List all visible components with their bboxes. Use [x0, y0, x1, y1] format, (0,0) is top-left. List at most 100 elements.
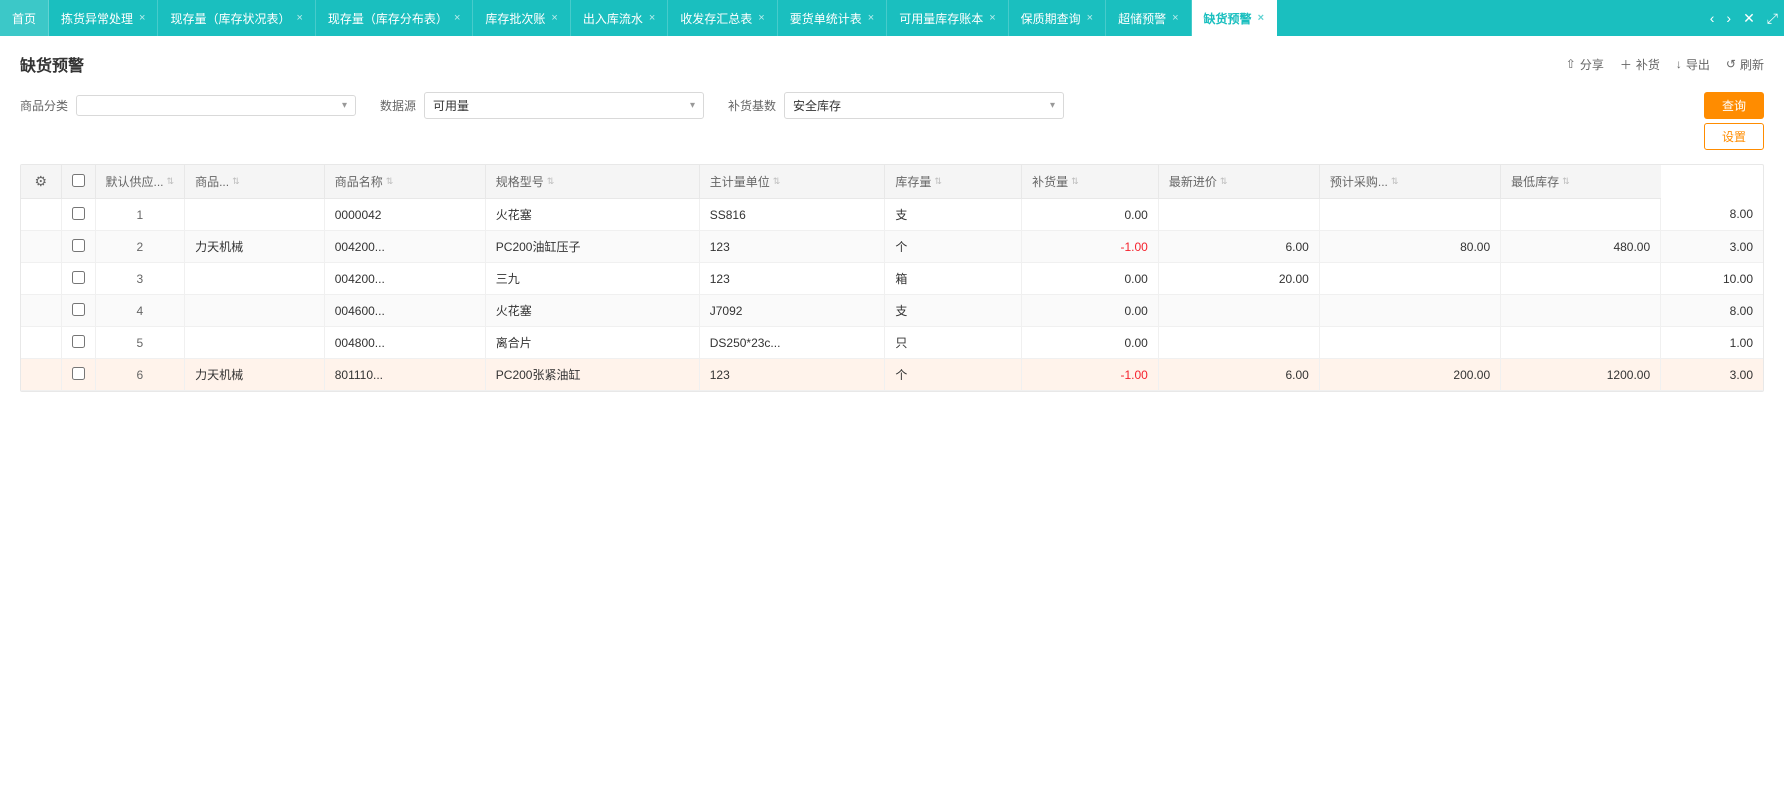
filter-category-select[interactable]: ▾ — [76, 95, 356, 116]
settings-button[interactable]: 设置 — [1704, 123, 1764, 150]
row-num-5: 6 — [95, 359, 185, 391]
th-stock[interactable]: 库存量 ⇅ — [885, 165, 1022, 199]
row-estimated-purchase-2 — [1501, 263, 1661, 295]
tab-close-order-stats[interactable]: × — [868, 12, 874, 24]
row-product-code-5: 801110... — [324, 359, 485, 391]
tab-close-recv-summary[interactable]: × — [758, 12, 764, 24]
th-unit[interactable]: 主计量单位 ⇅ — [699, 165, 885, 199]
row-replenish-3 — [1158, 295, 1319, 327]
row-replenish-5: 6.00 — [1158, 359, 1319, 391]
tab-bar: 首页 拣货异常处理 × 现存量（库存状况表） × 现存量（库存分布表） × 库存… — [0, 0, 1784, 36]
chevron-down-icon-2: ▾ — [690, 100, 695, 111]
sort-icon-min-stock: ⇅ — [1562, 176, 1570, 187]
row-spec-5: 123 — [699, 359, 885, 391]
tab-close-all[interactable]: ✕ — [1737, 0, 1761, 36]
th-latest-price[interactable]: 最新进价 ⇅ — [1158, 165, 1319, 199]
sort-icon-product-code: ⇅ — [232, 176, 240, 187]
row-checkbox-5[interactable] — [61, 359, 95, 391]
row-latest-price-1: 80.00 — [1319, 231, 1500, 263]
action-share[interactable]: ⇧ 分享 — [1566, 56, 1604, 73]
tab-close-available-ledger[interactable]: × — [989, 12, 995, 24]
th-estimated-purchase[interactable]: 预计采购... ⇅ — [1319, 165, 1500, 199]
row-stock-5: -1.00 — [1022, 359, 1159, 391]
row-estimated-purchase-1: 480.00 — [1501, 231, 1661, 263]
row-product-code-2: 004200... — [324, 263, 485, 295]
tab-scroll-right[interactable]: › — [1720, 0, 1737, 36]
replenish-icon: ＋ — [1620, 56, 1632, 73]
action-refresh[interactable]: ↺ 刷新 — [1726, 56, 1764, 73]
tab-close-overstock[interactable]: × — [1172, 12, 1178, 24]
th-supplier[interactable]: 默认供应... ⇅ — [95, 165, 185, 199]
action-export[interactable]: ↓ 导出 — [1676, 56, 1710, 73]
row-supplier-0 — [185, 199, 325, 231]
row-product-name-2: 三九 — [485, 263, 699, 295]
tab-inout-flow[interactable]: 出入库流水 × — [571, 0, 668, 36]
page-header: 缺货预警 ⇧ 分享 ＋ 补货 ↓ 导出 ↺ 刷新 — [20, 52, 1764, 76]
row-checkbox-3[interactable] — [61, 295, 95, 327]
page-title: 缺货预警 — [20, 52, 84, 76]
table-header-row: ⚙ 默认供应... ⇅ 商品... ⇅ — [21, 165, 1763, 199]
row-supplier-2 — [185, 263, 325, 295]
tab-home[interactable]: 首页 — [0, 0, 49, 36]
chevron-down-icon: ▾ — [342, 100, 347, 111]
tab-overstock[interactable]: 超储预警 × — [1106, 0, 1191, 36]
row-stock-4: 0.00 — [1022, 327, 1159, 359]
row-checkbox-0[interactable] — [61, 199, 95, 231]
tab-close-inout-flow[interactable]: × — [649, 12, 655, 24]
tab-close-shortage[interactable]: × — [1258, 12, 1264, 24]
row-latest-price-5: 200.00 — [1319, 359, 1500, 391]
tab-inventory-dist[interactable]: 现存量（库存分布表） × — [316, 0, 473, 36]
tab-exception[interactable]: 拣货异常处理 × — [49, 0, 158, 36]
row-checkbox-4[interactable] — [61, 327, 95, 359]
tab-expand[interactable]: ⤢ — [1761, 0, 1784, 36]
table-row: 6力天机械 801110... PC200张紧油缸 123 个 -1.00 6.… — [21, 359, 1763, 391]
tab-close-inventory-dist[interactable]: × — [454, 12, 460, 24]
row-spec-1: 123 — [699, 231, 885, 263]
tab-close-exception[interactable]: × — [139, 12, 145, 24]
action-replenish[interactable]: ＋ 补货 — [1620, 56, 1660, 73]
row-estimated-purchase-4 — [1501, 327, 1661, 359]
th-product-name[interactable]: 商品名称 ⇅ — [324, 165, 485, 199]
th-min-stock[interactable]: 最低库存 ⇅ — [1501, 165, 1661, 199]
tab-order-stats[interactable]: 要货单统计表 × — [778, 0, 887, 36]
th-product-code[interactable]: 商品... ⇅ — [185, 165, 325, 199]
row-product-name-3: 火花塞 — [485, 295, 699, 327]
th-checkbox[interactable] — [61, 165, 95, 199]
row-stock-0: 0.00 — [1022, 199, 1159, 231]
row-unit-2: 箱 — [885, 263, 1022, 295]
row-min-stock-1: 3.00 — [1661, 231, 1763, 263]
tab-batch[interactable]: 库存批次账 × — [473, 0, 570, 36]
row-checkbox-1[interactable] — [61, 231, 95, 263]
row-min-stock-4: 1.00 — [1661, 327, 1763, 359]
query-button[interactable]: 查询 — [1704, 92, 1764, 119]
tab-expiry[interactable]: 保质期查询 × — [1009, 0, 1106, 36]
tab-scroll-left[interactable]: ‹ — [1704, 0, 1721, 36]
row-supplier-3 — [185, 295, 325, 327]
tab-inventory-status[interactable]: 现存量（库存状况表） × — [158, 0, 315, 36]
sort-icon-supplier: ⇅ — [167, 176, 175, 187]
tab-shortage[interactable]: 缺货预警 × — [1192, 0, 1277, 36]
filter-datasource-select[interactable]: 可用量 ▾ — [424, 92, 704, 119]
row-estimated-purchase-5: 1200.00 — [1501, 359, 1661, 391]
row-product-code-0: 0000042 — [324, 199, 485, 231]
filter-replenish-select[interactable]: 安全库存 ▾ — [784, 92, 1064, 119]
row-checkbox-2[interactable] — [61, 263, 95, 295]
tab-close-expiry[interactable]: × — [1087, 12, 1093, 24]
tab-available-ledger[interactable]: 可用量库存账本 × — [887, 0, 1008, 36]
row-min-stock-5: 3.00 — [1661, 359, 1763, 391]
row-num-4: 5 — [95, 327, 185, 359]
row-product-code-3: 004600... — [324, 295, 485, 327]
row-product-code-4: 004800... — [324, 327, 485, 359]
filter-replenish-value: 安全库存 — [793, 97, 841, 114]
row-supplier-4 — [185, 327, 325, 359]
tab-close-batch[interactable]: × — [551, 12, 557, 24]
tab-close-inventory-status[interactable]: × — [296, 12, 302, 24]
th-replenish[interactable]: 补货量 ⇅ — [1022, 165, 1159, 199]
th-settings[interactable]: ⚙ — [21, 165, 61, 199]
tab-recv-summary[interactable]: 收发存汇总表 × — [668, 0, 777, 36]
select-all-checkbox[interactable] — [72, 174, 85, 187]
th-spec[interactable]: 规格型号 ⇅ — [485, 165, 699, 199]
column-settings-icon[interactable]: ⚙ — [34, 173, 47, 189]
main-content: 缺货预警 ⇧ 分享 ＋ 补货 ↓ 导出 ↺ 刷新 商品分类 — [0, 36, 1784, 796]
table-row: 2力天机械 004200... PC200油缸压子 123 个 -1.00 6.… — [21, 231, 1763, 263]
